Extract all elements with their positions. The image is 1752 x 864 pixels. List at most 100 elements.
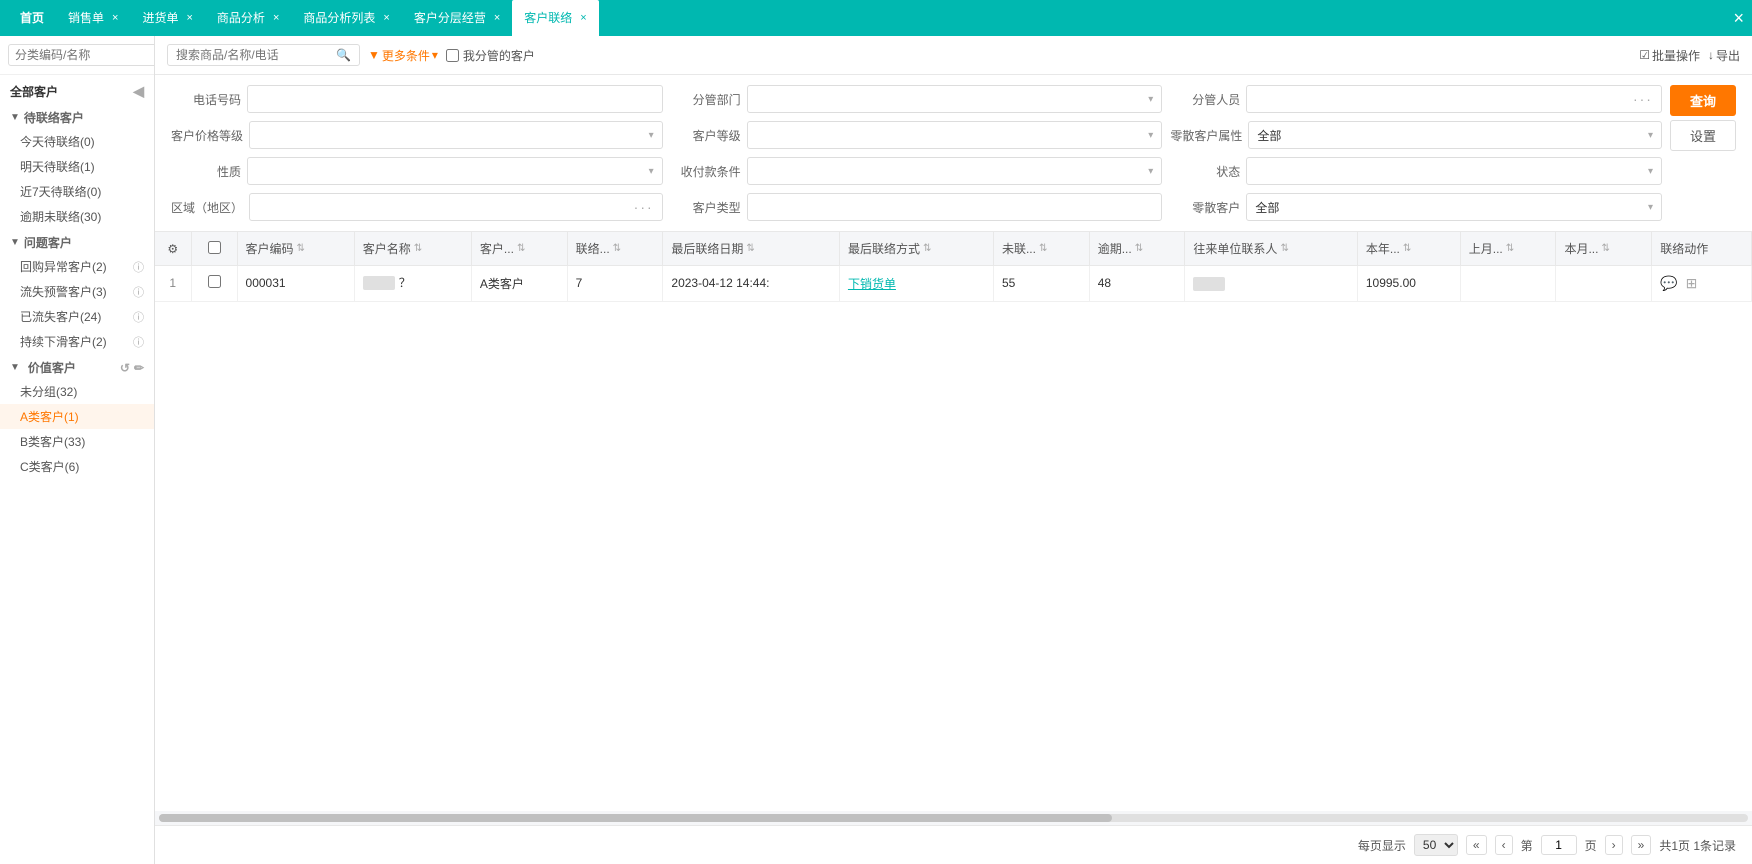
main-layout: 🔍 全部客户 ◀ ▼ 待联络客户 今天待联络(0) 明天待联络(1) 近7天待联…	[0, 36, 1752, 864]
message-action-icon[interactable]: 💬	[1660, 275, 1677, 292]
close-sales-tab[interactable]: ×	[112, 0, 118, 36]
sidebar-item-tomorrow[interactable]: 明天待联络(1)	[0, 154, 154, 179]
more-filter-btn[interactable]: ▼ 更多条件 ▾	[368, 47, 438, 64]
sort-overdue[interactable]: ⇅	[1135, 243, 1143, 254]
horizontal-scroll-bar[interactable]	[155, 811, 1752, 825]
close-purchase-tab[interactable]: ×	[186, 0, 192, 36]
manager-dots[interactable]: ···	[1633, 91, 1653, 107]
unit-contact-masked	[1193, 277, 1225, 291]
sort-contact[interactable]: ⇅	[613, 243, 621, 254]
filter-retail-attr-select[interactable]: 全部 ▾	[1248, 121, 1662, 149]
sort-unit-contact[interactable]: ⇅	[1280, 243, 1288, 254]
filter-customer-level-select[interactable]: ▾	[747, 121, 1163, 149]
problem-customer-group[interactable]: ▼ 问题客户	[0, 229, 154, 254]
nav-analysis[interactable]: 商品分析 ×	[205, 0, 291, 36]
last-method-link[interactable]: 下销货单	[848, 277, 896, 291]
my-customers-checkbox[interactable]	[446, 49, 459, 62]
filter-dept-select[interactable]: ▾	[747, 85, 1163, 113]
sort-not-contacted[interactable]: ⇅	[1039, 243, 1047, 254]
edit-icon[interactable]: ✏	[134, 361, 144, 375]
filter-payment: 收付款条件 ▾	[671, 157, 1163, 185]
col-this-month: 本月... ⇅	[1556, 232, 1652, 266]
filter-search-input[interactable]	[176, 48, 336, 62]
batch-op-btn[interactable]: ☑ 批量操作	[1639, 47, 1700, 64]
sidebar-item-churned[interactable]: 已流失客户(24) ⓘ	[0, 304, 154, 329]
filter-row-3: 性质 ▾ 收付款条件	[171, 157, 1662, 185]
sidebar-item-repurchase[interactable]: 回购异常客户(2) ⓘ	[0, 254, 154, 279]
sidebar-item-a-class[interactable]: A类客户(1)	[0, 404, 154, 429]
sidebar-item-churn-warning[interactable]: 流失预警客户(3) ⓘ	[0, 279, 154, 304]
sort-type[interactable]: ⇅	[517, 243, 525, 254]
nav-customer-layer[interactable]: 客户分层经营 ×	[402, 0, 512, 36]
row-checkbox-td	[191, 266, 237, 302]
filter-status-select[interactable]: ▾	[1246, 157, 1662, 185]
row-checkbox[interactable]	[208, 275, 221, 288]
per-page-select[interactable]: 50	[1414, 834, 1458, 856]
close-analysis-tab[interactable]: ×	[273, 0, 279, 36]
filter-region: 区域（地区） ···	[171, 193, 663, 221]
scroll-thumb[interactable]	[159, 814, 1112, 822]
filter-price-level: 客户价格等级 ▾	[171, 121, 663, 149]
prev-page-btn[interactable]: ‹	[1495, 835, 1513, 855]
filter-retail-customer-select[interactable]: 全部 ▾	[1246, 193, 1662, 221]
sidebar-collapse-btn[interactable]: ◀	[133, 83, 144, 100]
gear-icon[interactable]: ⚙	[167, 242, 178, 256]
pending-contact-group[interactable]: ▼ 待联络客户	[0, 104, 154, 129]
sort-last-date[interactable]: ⇅	[746, 243, 754, 254]
nav-analysis-list[interactable]: 商品分析列表 ×	[291, 0, 401, 36]
region-dots[interactable]: ···	[634, 199, 654, 215]
filter-phone-input[interactable]	[247, 85, 663, 113]
setting-button[interactable]: 设置	[1670, 120, 1736, 151]
export-btn[interactable]: ↓ 导出	[1708, 47, 1740, 64]
sidebar-item-overdue[interactable]: 逾期未联络(30)	[0, 204, 154, 229]
nav-home[interactable]: 首页	[8, 0, 56, 36]
sort-code[interactable]: ⇅	[297, 243, 305, 254]
row-this-month	[1556, 266, 1652, 302]
sidebar-item-c-class[interactable]: C类客户(6)	[0, 454, 154, 479]
sidebar-item-ungrouped[interactable]: 未分组(32)	[0, 379, 154, 404]
filter-nature: 性质 ▾	[171, 157, 663, 185]
per-page-label: 每页显示	[1358, 837, 1406, 854]
close-customer-contact-tab[interactable]: ×	[580, 0, 586, 36]
page-input[interactable]	[1541, 835, 1577, 855]
filter-nature-select[interactable]: ▾	[247, 157, 663, 185]
sidebar-item-b-class[interactable]: B类客户(33)	[0, 429, 154, 454]
nav-customer-contact[interactable]: 客户联络 ×	[512, 0, 598, 36]
nav-sales[interactable]: 销售单 ×	[56, 0, 130, 36]
sidebar-item-today[interactable]: 今天待联络(0)	[0, 129, 154, 154]
value-customer-group[interactable]: ▼ 价值客户 ↺ ✏	[0, 354, 154, 379]
close-analysis-list-tab[interactable]: ×	[383, 0, 389, 36]
row-last-method: 下销货单	[839, 266, 993, 302]
all-customers-label: 全部客户	[10, 83, 58, 100]
filter-region-select[interactable]: ···	[249, 193, 663, 221]
filter-search-icon[interactable]: 🔍	[336, 48, 351, 62]
share-action-icon[interactable]: ⊞	[1686, 275, 1698, 292]
sidebar-search-input[interactable]	[8, 44, 155, 66]
sort-last-month[interactable]: ⇅	[1506, 243, 1514, 254]
close-all-btn[interactable]: ×	[1733, 8, 1744, 29]
sidebar-search-wrap: 🔍	[0, 36, 154, 75]
scroll-track[interactable]	[159, 814, 1748, 822]
row-unit-contact	[1185, 266, 1357, 302]
filter-payment-select[interactable]: ▾	[747, 157, 1163, 185]
my-customers-checkbox-wrap[interactable]: 我分管的客户	[446, 47, 535, 64]
nav-purchase[interactable]: 进货单 ×	[130, 0, 204, 36]
select-all-checkbox[interactable]	[208, 241, 221, 254]
last-page-btn[interactable]: »	[1631, 835, 1652, 855]
query-button[interactable]: 查询	[1670, 85, 1736, 116]
sort-this-year[interactable]: ⇅	[1403, 243, 1411, 254]
sidebar-item-declining[interactable]: 持续下滑客户(2) ⓘ	[0, 329, 154, 354]
col-last-date: 最后联络日期 ⇅	[663, 232, 840, 266]
sidebar-item-7days[interactable]: 近7天待联络(0)	[0, 179, 154, 204]
filter-customer-type-input[interactable]	[747, 193, 1163, 221]
next-page-btn[interactable]: ›	[1605, 835, 1623, 855]
close-customer-layer-tab[interactable]: ×	[494, 0, 500, 36]
filter-price-level-select[interactable]: ▾	[249, 121, 663, 149]
first-page-btn[interactable]: «	[1466, 835, 1487, 855]
dept-chevron: ▾	[1148, 94, 1153, 105]
filter-manager-select[interactable]: ···	[1246, 85, 1662, 113]
refresh-icon[interactable]: ↺	[120, 361, 130, 375]
sort-name[interactable]: ⇅	[414, 243, 422, 254]
sort-this-month[interactable]: ⇅	[1601, 243, 1609, 254]
sort-last-method[interactable]: ⇅	[923, 243, 931, 254]
